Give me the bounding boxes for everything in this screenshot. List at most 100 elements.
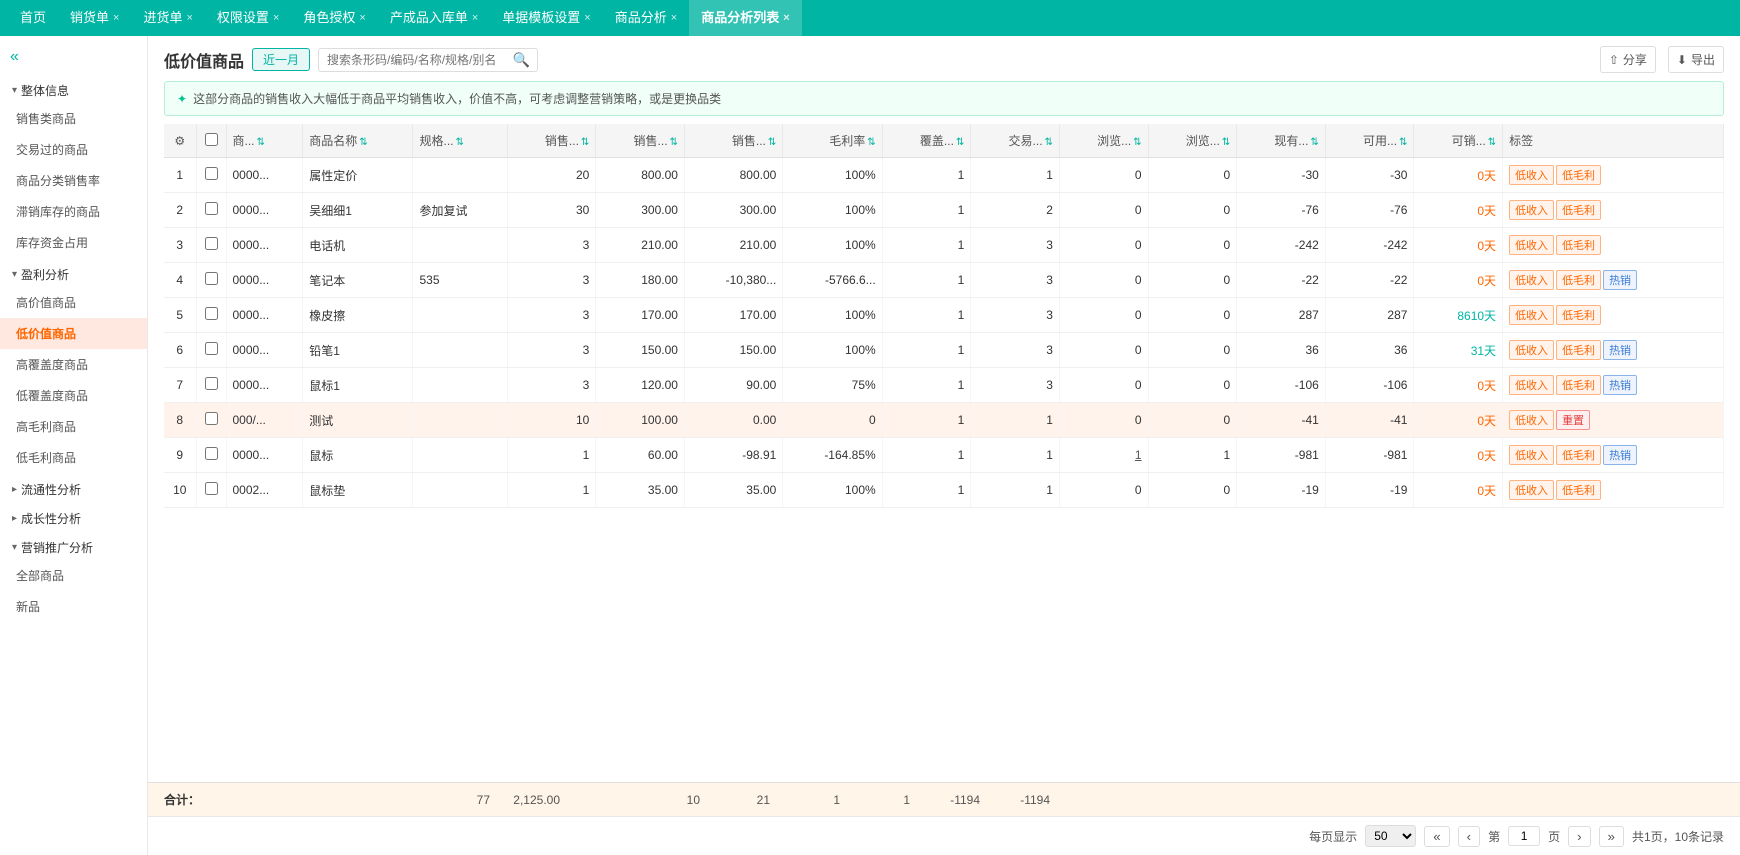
- row-checkbox-3[interactable]: [205, 272, 218, 285]
- nav-close-sales-order[interactable]: ×: [113, 0, 119, 36]
- col-checkbox[interactable]: [196, 124, 226, 158]
- nav-close-purchase-order[interactable]: ×: [186, 0, 192, 36]
- nav-close-goods-analysis-list[interactable]: ×: [783, 0, 789, 36]
- cell-view2: 0: [1148, 403, 1237, 438]
- nav-role-auth[interactable]: 角色授权 ×: [291, 0, 377, 36]
- nav-close-goods-analysis[interactable]: ×: [671, 0, 677, 36]
- col-view1[interactable]: 浏览...⇅: [1059, 124, 1148, 158]
- cell-checkbox[interactable]: [196, 368, 226, 403]
- share-button[interactable]: ⇧ 分享: [1600, 46, 1656, 73]
- sidebar-group-profit[interactable]: ▾ 盈利分析: [0, 258, 147, 287]
- sidebar-group-growth[interactable]: ▸ 成长性分析: [0, 502, 147, 531]
- row-checkbox-1[interactable]: [205, 202, 218, 215]
- sidebar-item-low-value[interactable]: 低价值商品: [0, 318, 147, 349]
- col-spec[interactable]: 规格...⇅: [413, 124, 507, 158]
- nav-goods-analysis[interactable]: 商品分析 ×: [603, 0, 689, 36]
- tag-热销: 热销: [1603, 445, 1637, 465]
- sidebar-group-marketing[interactable]: ▾ 营销推广分析: [0, 531, 147, 560]
- sidebar-collapse-button[interactable]: «: [6, 44, 23, 70]
- col-sales-profit[interactable]: 销售...⇅: [684, 124, 782, 158]
- pagination-bar: 每页显示 50 100 « ‹ 第 页 › » 共1页，10条记录: [148, 816, 1740, 855]
- cell-view2: 0: [1148, 193, 1237, 228]
- nav-permission[interactable]: 权限设置 ×: [205, 0, 291, 36]
- row-checkbox-5[interactable]: [205, 342, 218, 355]
- sidebar-item-slow-moving[interactable]: 滞销库存的商品: [0, 196, 147, 227]
- row-checkbox-7[interactable]: [205, 412, 218, 425]
- cell-checkbox[interactable]: [196, 228, 226, 263]
- cell-code: 0002...: [226, 473, 303, 508]
- row-checkbox-9[interactable]: [205, 482, 218, 495]
- cell-coverage: 1: [882, 298, 971, 333]
- row-checkbox-4[interactable]: [205, 307, 218, 320]
- cell-checkbox[interactable]: [196, 263, 226, 298]
- sidebar-item-high-coverage[interactable]: 高覆盖度商品: [0, 349, 147, 380]
- page-number-input[interactable]: [1508, 826, 1540, 846]
- export-button[interactable]: ⬇ 导出: [1668, 46, 1724, 73]
- col-code[interactable]: 商...⇅: [226, 124, 303, 158]
- col-current[interactable]: 现有...⇅: [1237, 124, 1326, 158]
- last-page-button[interactable]: »: [1599, 826, 1624, 847]
- cell-checkbox[interactable]: [196, 333, 226, 368]
- per-page-select[interactable]: 50 100: [1365, 825, 1416, 847]
- sidebar-item-low-coverage[interactable]: 低覆盖度商品: [0, 380, 147, 411]
- col-spec-sort: ⇅: [456, 137, 464, 148]
- view1-link[interactable]: 1: [1135, 448, 1142, 462]
- cell-checkbox[interactable]: [196, 193, 226, 228]
- cell-current: -30: [1237, 158, 1326, 193]
- filter-recent-month-button[interactable]: 近一月: [252, 48, 310, 71]
- col-sales-price[interactable]: 销售...⇅: [596, 124, 685, 158]
- sidebar-item-inventory-capital[interactable]: 库存资金占用: [0, 227, 147, 258]
- cell-checkbox[interactable]: [196, 473, 226, 508]
- cell-checkbox[interactable]: [196, 403, 226, 438]
- sidebar-group-circulation[interactable]: ▸ 流通性分析: [0, 473, 147, 502]
- sidebar-item-traded-goods[interactable]: 交易过的商品: [0, 134, 147, 165]
- row-checkbox-8[interactable]: [205, 447, 218, 460]
- select-all-checkbox[interactable]: [205, 133, 218, 146]
- col-gross-margin[interactable]: 毛利率⇅: [783, 124, 882, 158]
- page-label: 第: [1488, 828, 1500, 845]
- col-available[interactable]: 可用...⇅: [1325, 124, 1414, 158]
- row-checkbox-2[interactable]: [205, 237, 218, 250]
- nav-close-template-settings[interactable]: ×: [584, 0, 590, 36]
- sidebar-item-high-value[interactable]: 高价值商品: [0, 287, 147, 318]
- sidebar-item-sales-goods[interactable]: 销售类商品: [0, 103, 147, 134]
- nav-close-permission[interactable]: ×: [273, 0, 279, 36]
- cell-sales-profit: -98.91: [684, 438, 782, 473]
- row-checkbox-6[interactable]: [205, 377, 218, 390]
- nav-purchase-order[interactable]: 进货单 ×: [131, 0, 204, 36]
- nav-close-product-entry[interactable]: ×: [472, 0, 478, 36]
- sidebar-group-overall[interactable]: ▾ 整体信息: [0, 74, 147, 103]
- col-trade[interactable]: 交易...⇅: [971, 124, 1060, 158]
- next-page-button[interactable]: ›: [1568, 826, 1590, 847]
- nav-template-settings[interactable]: 单据模板设置 ×: [490, 0, 602, 36]
- nav-sales-order[interactable]: 销货单 ×: [58, 0, 131, 36]
- view1-value: 0: [1135, 483, 1142, 497]
- sidebar-item-high-margin[interactable]: 高毛利商品: [0, 411, 147, 442]
- col-gear[interactable]: ⚙: [164, 124, 196, 158]
- nav-close-role-auth[interactable]: ×: [359, 0, 365, 36]
- sidebar-item-low-margin[interactable]: 低毛利商品: [0, 442, 147, 473]
- first-page-button[interactable]: «: [1424, 826, 1449, 847]
- search-input[interactable]: [318, 48, 538, 72]
- sidebar-item-category-sales-rate[interactable]: 商品分类销售率: [0, 165, 147, 196]
- nav-product-entry[interactable]: 产成品入库单 ×: [378, 0, 490, 36]
- col-view2[interactable]: 浏览...⇅: [1148, 124, 1237, 158]
- cell-checkbox[interactable]: [196, 438, 226, 473]
- cell-checkbox[interactable]: [196, 298, 226, 333]
- col-coverage[interactable]: 覆盖...⇅: [882, 124, 971, 158]
- header-actions: ⇧ 分享 ⬇ 导出: [1600, 46, 1724, 73]
- col-sales-qty[interactable]: 销售...⇅: [507, 124, 596, 158]
- cell-checkbox[interactable]: [196, 158, 226, 193]
- cell-sales-price: 170.00: [596, 298, 685, 333]
- cell-gross-margin: 100%: [783, 298, 882, 333]
- sidebar-item-all-goods[interactable]: 全部商品: [0, 560, 147, 591]
- col-sellable[interactable]: 可销...⇅: [1414, 124, 1503, 158]
- row-checkbox-0[interactable]: [205, 167, 218, 180]
- sidebar-item-new-goods[interactable]: 新品: [0, 591, 147, 622]
- nav-home[interactable]: 首页: [8, 0, 58, 36]
- col-name[interactable]: 商品名称⇅: [303, 124, 413, 158]
- col-tags[interactable]: 标签: [1503, 124, 1724, 158]
- nav-goods-analysis-list[interactable]: 商品分析列表 ×: [689, 0, 801, 36]
- prev-page-button[interactable]: ‹: [1458, 826, 1480, 847]
- cell-sellable: 0天: [1414, 438, 1503, 473]
